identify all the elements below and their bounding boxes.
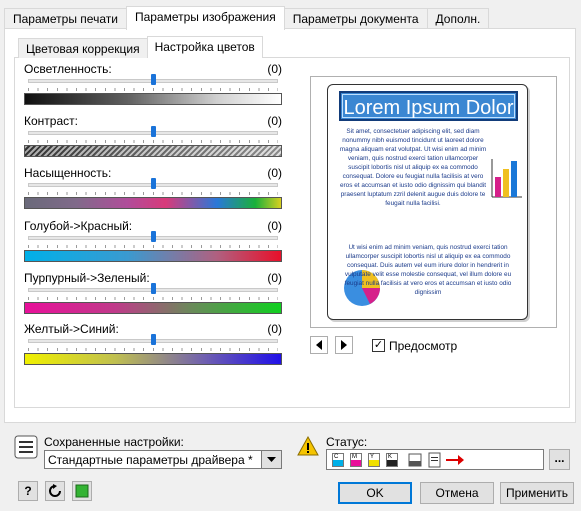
refresh-icon — [49, 484, 61, 497]
tab-image-settings[interactable]: Параметры изображения — [125, 6, 285, 30]
sub-tab-bar: Цветовая коррекция Настройка цветов — [18, 36, 263, 58]
slider-label: Контраст: — [24, 114, 78, 128]
saved-settings-icon — [14, 435, 38, 459]
preview-page: Lorem Ipsum Dolor Sit amet, consectetuer… — [327, 84, 528, 320]
slider-value: (0) — [267, 166, 282, 180]
slider-value: (0) — [267, 114, 282, 128]
preview-box: Lorem Ipsum Dolor Sit amet, consectetuer… — [310, 76, 557, 328]
slider-value: (0) — [267, 271, 282, 285]
slider-thumb[interactable] — [150, 334, 156, 345]
tab-print-settings[interactable]: Параметры печати — [4, 8, 127, 30]
arrow-right-icon — [341, 340, 347, 350]
cyan-red-ramp — [24, 250, 282, 262]
slider-label: Пурпурный->Зеленый: — [24, 271, 150, 285]
slider-value: (0) — [267, 322, 282, 336]
reset-button[interactable] — [45, 481, 65, 501]
ink-cyan: C — [332, 453, 344, 467]
slider-thumb[interactable] — [150, 283, 156, 294]
slider-thumb[interactable] — [150, 178, 156, 189]
status-label: Статус: — [326, 435, 368, 449]
preview-next-button[interactable] — [335, 336, 353, 354]
preview-title-text: Lorem Ipsum Dolor — [342, 94, 515, 119]
arrow-left-icon — [316, 340, 322, 350]
preview-title: Lorem Ipsum Dolor — [339, 91, 518, 121]
cancel-button[interactable]: Отмена — [420, 482, 494, 504]
paper-tray-icon — [408, 453, 422, 467]
tab-advanced[interactable]: Дополн. — [426, 8, 490, 30]
slider-label: Осветленность: — [24, 62, 112, 76]
preview-paragraph-1: Sit amet, consectetuer adipiscing elit, … — [339, 128, 487, 207]
tab-color-correction[interactable]: Цветовая коррекция — [18, 38, 148, 58]
apply-button[interactable]: Применить — [500, 482, 574, 504]
warning-icon — [297, 436, 319, 456]
saved-settings-label: Сохраненные настройки: — [44, 435, 184, 449]
output-arrow-icon — [446, 455, 464, 465]
saved-settings-dropdown-button[interactable] — [261, 450, 282, 469]
slider-ticks — [28, 297, 278, 300]
brightness-ramp — [24, 93, 282, 105]
saved-settings-select[interactable]: Стандартные параметры драйвера * — [44, 450, 282, 469]
main-tab-bar: Параметры печати Параметры изображения П… — [4, 6, 490, 30]
status-panel: C M Y K — [326, 449, 544, 470]
bar-chart-icon — [491, 159, 522, 198]
ink-magenta: M — [350, 453, 362, 467]
contrast-ramp — [24, 145, 282, 157]
slider-thumb[interactable] — [150, 231, 156, 242]
chevron-down-icon — [267, 456, 276, 462]
slider-ticks — [28, 192, 278, 195]
status-more-button[interactable]: ... — [549, 449, 570, 470]
preview-prev-button[interactable] — [310, 336, 328, 354]
slider-label: Желтый->Синий: — [24, 322, 119, 336]
color-square-icon — [75, 484, 89, 498]
ink-yellow: Y — [368, 453, 380, 467]
slider-ticks — [28, 88, 278, 91]
slider-ticks — [28, 140, 278, 143]
slider-value: (0) — [267, 62, 282, 76]
tab-document-settings[interactable]: Параметры документа — [283, 8, 428, 30]
slider-thumb[interactable] — [150, 74, 156, 85]
slider-value: (0) — [267, 219, 282, 233]
color-profile-button[interactable] — [72, 481, 92, 501]
slider-ticks — [28, 245, 278, 248]
slider-label: Насыщенность: — [24, 166, 112, 180]
ok-button[interactable]: OK — [338, 482, 412, 504]
saturation-ramp — [24, 197, 282, 209]
tab-color-adjustment[interactable]: Настройка цветов — [146, 36, 263, 58]
slider-ticks — [28, 348, 278, 351]
yellow-blue-ramp — [24, 353, 282, 365]
page-count-icon — [428, 452, 441, 468]
slider-label: Голубой->Красный: — [24, 219, 133, 233]
preview-checkbox[interactable]: ✓ — [372, 339, 385, 352]
preview-checkbox-label: Предосмотр — [389, 339, 458, 353]
help-button[interactable]: ? — [18, 481, 38, 501]
preview-paragraph-2: Ut wisi enim ad minim veniam, quis nostr… — [344, 244, 512, 296]
slider-thumb[interactable] — [150, 126, 156, 137]
magenta-green-ramp — [24, 302, 282, 314]
ink-black: K — [386, 453, 398, 467]
